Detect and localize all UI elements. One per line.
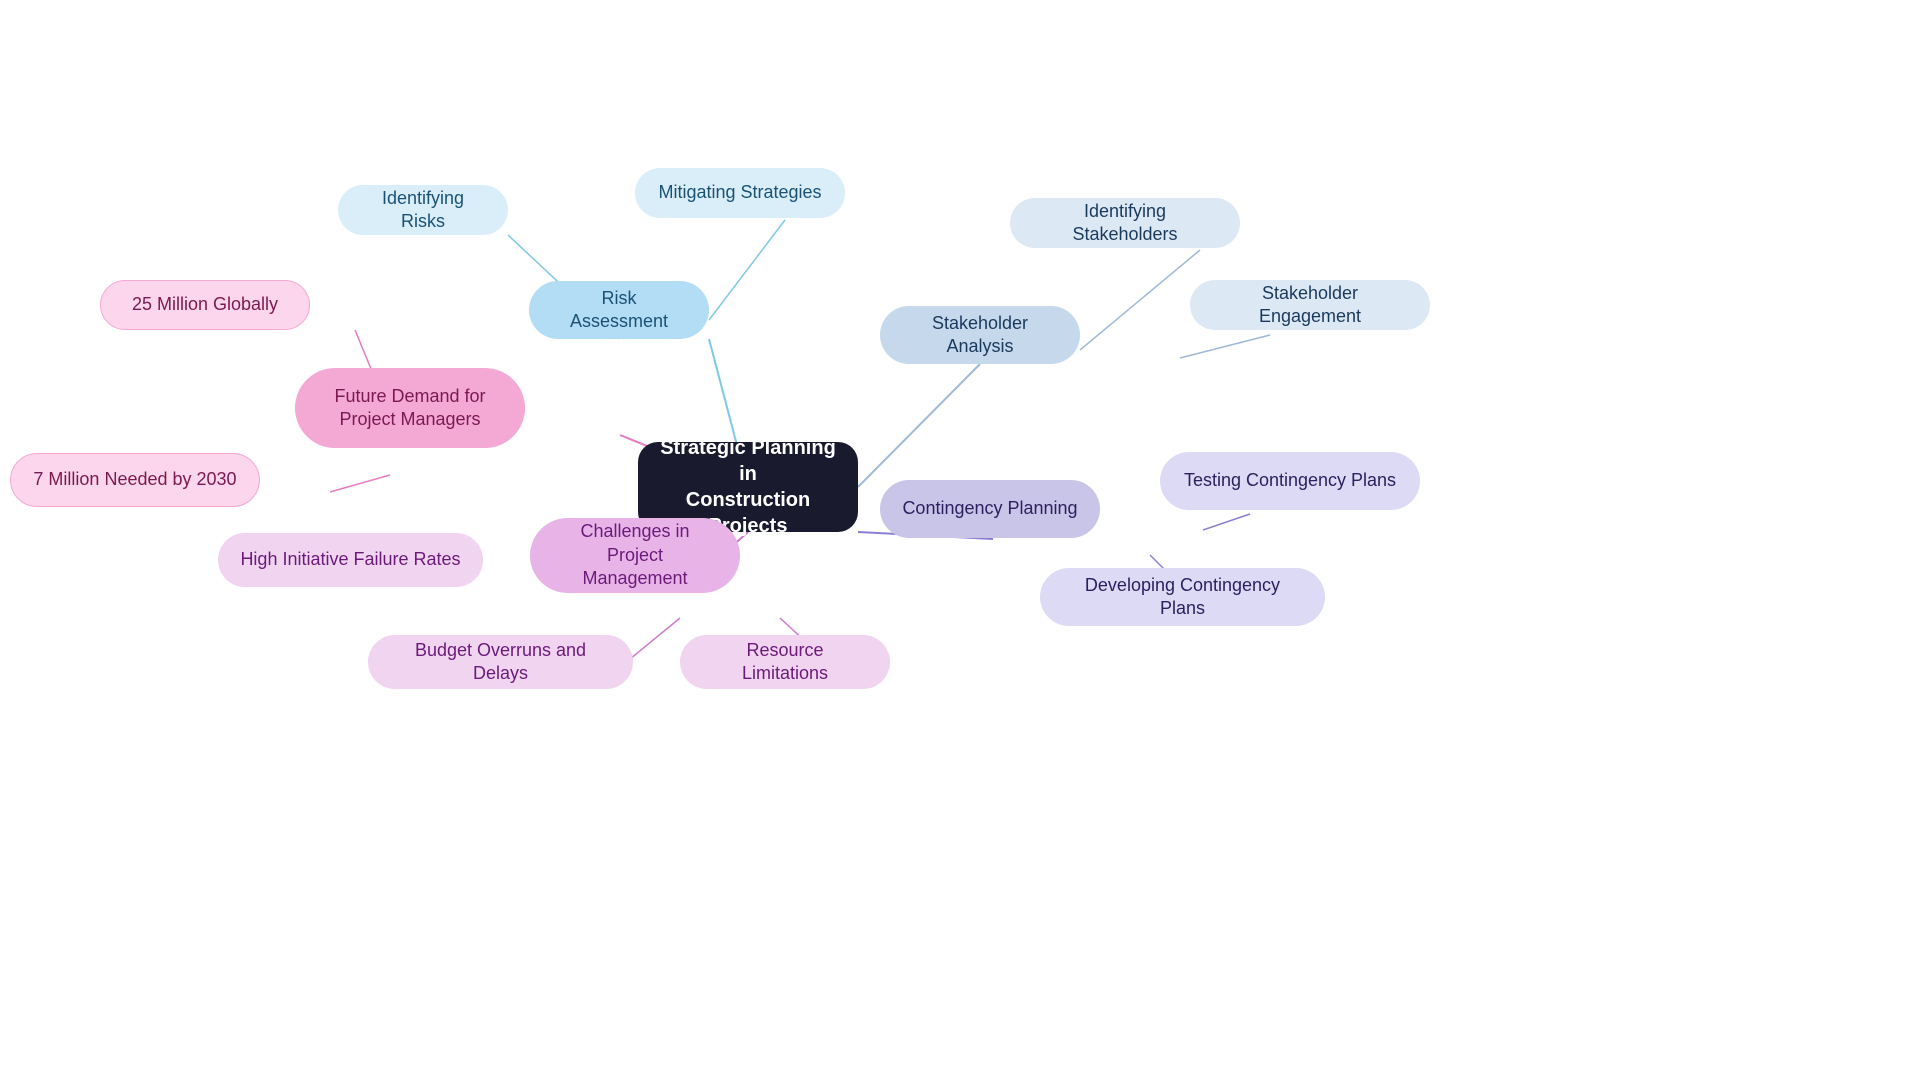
mitigating-strategies-node: Mitigating Strategies [635,168,845,218]
stakeholder-engagement-label: Stakeholder Engagement [1212,282,1408,329]
identifying-stakeholders-label: Identifying Stakeholders [1032,200,1218,247]
stakeholder-analysis-node: Stakeholder Analysis [880,306,1080,364]
identifying-risks-label: Identifying Risks [360,187,486,234]
stakeholder-analysis-label: Stakeholder Analysis [902,312,1058,359]
contingency-planning-node: Contingency Planning [880,480,1100,538]
developing-contingency-node: Developing Contingency Plans [1040,568,1325,626]
budget-overruns-node: Budget Overruns and Delays [368,635,633,689]
resource-limitations-node: Resource Limitations [680,635,890,689]
contingency-planning-label: Contingency Planning [902,497,1077,520]
developing-contingency-label: Developing Contingency Plans [1062,574,1303,621]
testing-contingency-node: Testing Contingency Plans [1160,452,1420,510]
high-failure-label: High Initiative Failure Rates [240,548,460,571]
testing-contingency-label: Testing Contingency Plans [1184,469,1396,492]
7-million-node: 7 Million Needed by 2030 [10,453,260,507]
future-demand-label: Future Demand for Project Managers [317,385,503,432]
challenges-label: Challenges in Project Management [552,520,718,590]
future-demand-node: Future Demand for Project Managers [295,368,525,448]
identifying-stakeholders-node: Identifying Stakeholders [1010,198,1240,248]
stakeholder-engagement-node: Stakeholder Engagement [1190,280,1430,330]
resource-limitations-label: Resource Limitations [702,639,868,686]
25-million-label: 25 Million Globally [132,293,278,316]
risk-assessment-label: Risk Assessment [551,287,687,334]
high-failure-node: High Initiative Failure Rates [218,533,483,587]
mitigating-strategies-label: Mitigating Strategies [658,181,821,204]
risk-assessment-node: Risk Assessment [529,281,709,339]
25-million-node: 25 Million Globally [100,280,310,330]
budget-overruns-label: Budget Overruns and Delays [390,639,611,686]
identifying-risks-node: Identifying Risks [338,185,508,235]
challenges-node: Challenges in Project Management [530,518,740,593]
7-million-label: 7 Million Needed by 2030 [33,468,236,491]
